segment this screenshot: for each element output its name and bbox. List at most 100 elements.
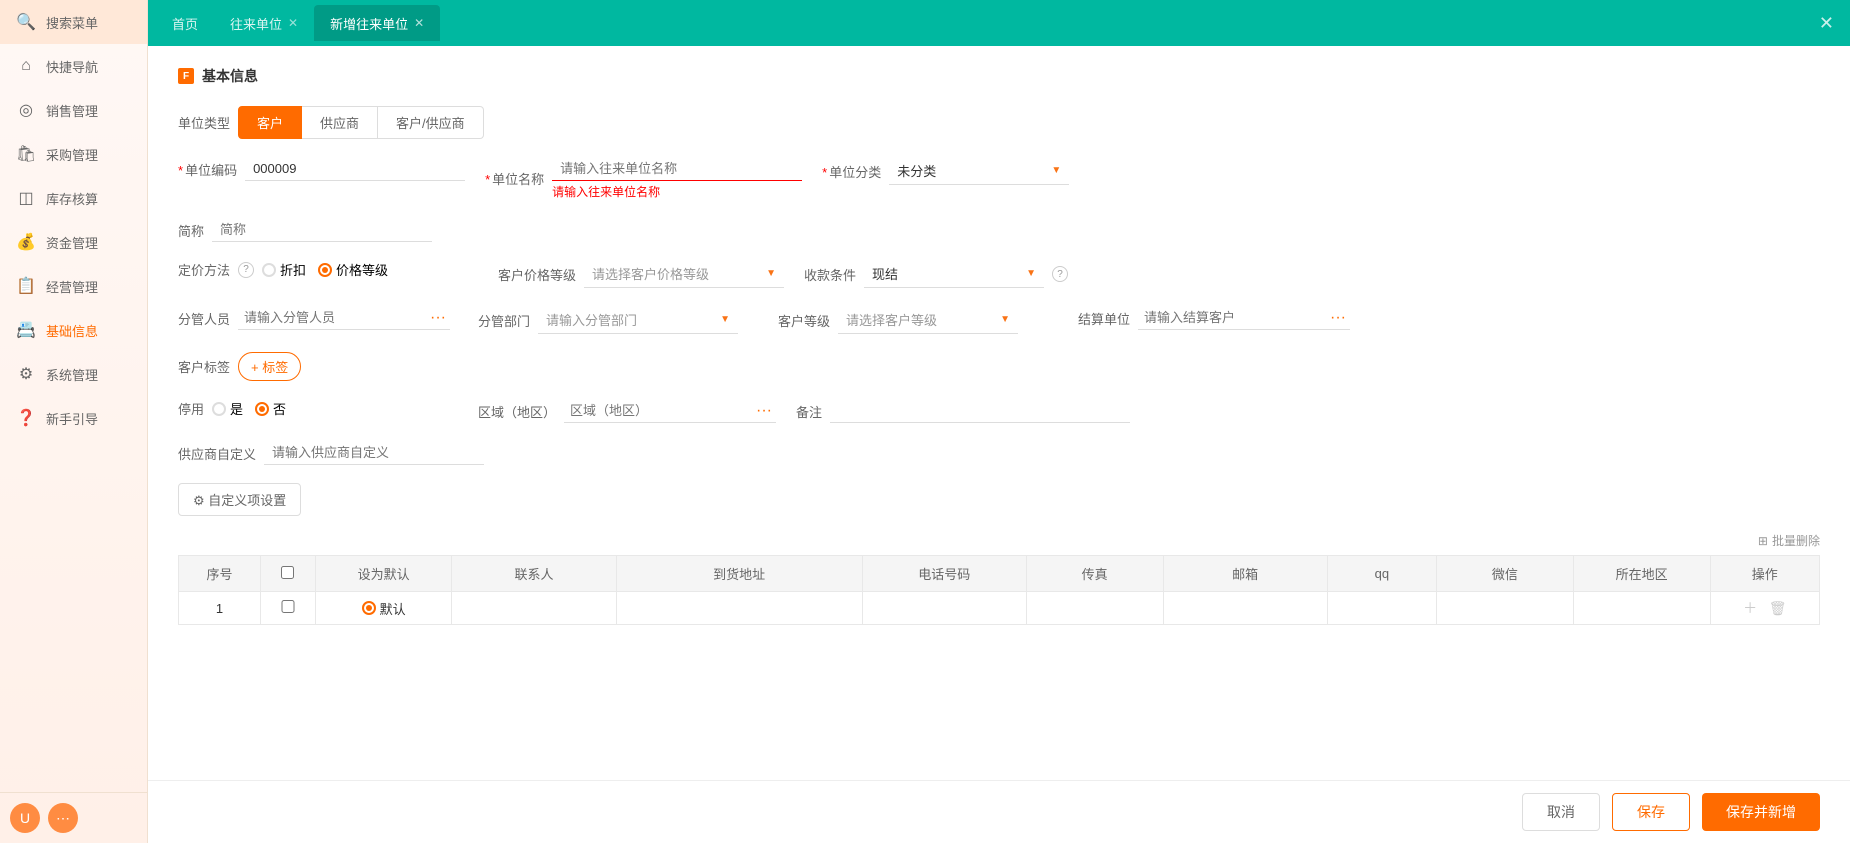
sidebar-item-inventory[interactable]: ◫ 库存核算 <box>0 176 147 220</box>
tab-home[interactable]: 首页 <box>156 5 214 41</box>
fax-input[interactable] <box>1037 601 1153 616</box>
tab-partners-label: 往来单位 <box>230 14 282 33</box>
cell-phone <box>862 592 1026 625</box>
pricing-info-icon[interactable]: ? <box>238 262 254 278</box>
pricing-row: 定价方法 ? 折扣 价格等级 客户价格等级 请选择客户价格等级 <box>178 260 1820 288</box>
cell-check <box>261 592 316 625</box>
sidebar-item-label: 库存核算 <box>46 189 131 208</box>
address-input[interactable] <box>627 601 852 616</box>
row-checkbox[interactable] <box>271 600 305 613</box>
type-btn-customer[interactable]: 客户 <box>238 106 302 139</box>
sidebar-bottom-user[interactable]: U <box>10 803 40 833</box>
home-icon: ⌂ <box>16 56 36 76</box>
email-input[interactable] <box>1174 601 1317 616</box>
unit-code-field: *单位编码 <box>178 157 465 181</box>
chevron-down-icon5: ▼ <box>1000 314 1010 325</box>
short-name-input[interactable] <box>212 218 432 242</box>
cell-email <box>1163 592 1327 625</box>
sidebar-bottom-more[interactable]: ⋯ <box>48 803 78 833</box>
radio-price-level[interactable]: 价格等级 <box>318 260 388 279</box>
sidebar-item-beginner[interactable]: ❓ 新手引导 <box>0 396 147 440</box>
row-delete-icon[interactable]: 🗑 <box>1765 598 1791 618</box>
save-and-new-button[interactable]: 保存并新增 <box>1702 793 1820 831</box>
cancel-button[interactable]: 取消 <box>1522 793 1600 831</box>
customer-level-select[interactable]: 请选择客户等级 ▼ <box>838 306 1018 334</box>
row-add-icon[interactable]: ＋ <box>1739 598 1761 618</box>
department-select[interactable]: 请输入分管部门 ▼ <box>538 306 738 334</box>
region-input[interactable] <box>564 399 752 422</box>
unit-type-label: 单位类型 <box>178 113 230 132</box>
manager-input[interactable] <box>238 306 426 329</box>
payment-terms-select[interactable]: 现结 ▼ <box>864 260 1044 288</box>
manager-more-icon[interactable]: ··· <box>426 309 450 327</box>
region-more-icon[interactable]: ··· <box>752 402 776 420</box>
wechat-input[interactable] <box>1447 601 1563 616</box>
disabled-row: 停用 是 否 区域（地区） ··· <box>178 399 1820 423</box>
unit-info-row: *单位编码 *单位名称 请输入往来单位名称 *单位分类 未分类 ▼ <box>178 157 1820 200</box>
footer-bar: 取消 保存 保存并新增 <box>148 780 1850 843</box>
add-tag-button[interactable]: + 标签 <box>238 352 301 381</box>
cell-seq: 1 <box>179 592 261 625</box>
payment-terms-label: 收款条件 <box>804 265 856 284</box>
sidebar-item-operations[interactable]: 📋 经营管理 <box>0 264 147 308</box>
col-header-contact: 联系人 <box>452 556 616 592</box>
sidebar-item-label: 快捷导航 <box>46 57 131 76</box>
tab-partners-close-icon[interactable]: ✕ <box>288 16 298 30</box>
tab-new-partner-close-icon[interactable]: ✕ <box>414 16 424 30</box>
unit-name-field: *单位名称 请输入往来单位名称 <box>485 157 802 200</box>
main-area: 首页 往来单位 ✕ 新增往来单位 ✕ ✕ F 基本信息 单位类型 客户 供应商 … <box>148 0 1850 843</box>
save-button[interactable]: 保存 <box>1612 793 1690 831</box>
tab-new-partner[interactable]: 新增往来单位 ✕ <box>314 5 440 41</box>
unit-category-value: 未分类 <box>897 161 1047 180</box>
unit-code-label: *单位编码 <box>178 160 237 179</box>
batch-delete-icon: ⊞ <box>1758 534 1768 548</box>
radio-yes-circle <box>212 402 226 416</box>
customer-tag-row: 客户标签 + 标签 <box>178 352 1820 381</box>
sidebar-item-search[interactable]: 🔍 搜索菜单 <box>0 0 147 44</box>
col-header-check <box>261 556 316 592</box>
supplier-custom-row: 供应商自定义 <box>178 441 1820 465</box>
sidebar-item-quick-nav[interactable]: ⌂ 快捷导航 <box>0 44 147 88</box>
type-btn-supplier[interactable]: 供应商 <box>302 106 378 139</box>
unit-code-input[interactable] <box>245 157 465 181</box>
settlement-unit-input[interactable] <box>1138 306 1326 329</box>
tabbar-close-button[interactable]: ✕ <box>1811 13 1842 34</box>
unit-category-select[interactable]: 未分类 ▼ <box>889 157 1069 185</box>
select-all-checkbox[interactable] <box>281 566 294 579</box>
disabled-radio-group: 是 否 <box>212 399 286 418</box>
sidebar-item-system[interactable]: ⚙ 系统管理 <box>0 352 147 396</box>
cell-wechat <box>1437 592 1574 625</box>
region-input-table[interactable] <box>1584 601 1700 616</box>
unit-type-buttons: 客户 供应商 客户/供应商 <box>238 106 484 139</box>
supplier-custom-input[interactable] <box>264 441 484 465</box>
qq-input[interactable] <box>1338 601 1426 616</box>
col-header-seq: 序号 <box>179 556 261 592</box>
region-label: 区域（地区） <box>478 402 556 421</box>
customer-price-level-select[interactable]: 请选择客户价格等级 ▼ <box>584 260 784 288</box>
radio-discount[interactable]: 折扣 <box>262 260 306 279</box>
sidebar-item-sales[interactable]: ◎ 销售管理 <box>0 88 147 132</box>
customer-price-level-label: 客户价格等级 <box>498 265 576 284</box>
sidebar-item-purchase[interactable]: 🛍 采购管理 <box>0 132 147 176</box>
supplier-custom-field: 供应商自定义 <box>178 441 484 465</box>
unit-name-input[interactable] <box>552 157 802 181</box>
row-default-radio[interactable]: 默认 <box>326 599 442 618</box>
payment-terms-info-icon[interactable]: ? <box>1052 266 1068 282</box>
contact-input[interactable] <box>462 601 605 616</box>
remark-input[interactable] <box>830 399 1130 423</box>
settlement-unit-wrapper: ··· <box>1138 306 1350 330</box>
customer-tag-field: 客户标签 + 标签 <box>178 352 301 381</box>
custom-settings-button[interactable]: ⚙ 自定义项设置 <box>178 483 301 516</box>
sidebar: 🔍 搜索菜单 ⌂ 快捷导航 ◎ 销售管理 🛍 采购管理 ◫ 库存核算 💰 资金管… <box>0 0 148 843</box>
radio-no[interactable]: 否 <box>255 399 286 418</box>
batch-delete-area[interactable]: ⊞ 批量删除 <box>178 532 1820 549</box>
sidebar-item-basic-info[interactable]: 📇 基础信息 <box>0 308 147 352</box>
customer-level-field: 客户等级 请选择客户等级 ▼ <box>778 306 1058 334</box>
settlement-more-icon[interactable]: ··· <box>1326 309 1350 327</box>
tab-partners[interactable]: 往来单位 ✕ <box>214 5 314 41</box>
radio-yes[interactable]: 是 <box>212 399 243 418</box>
short-name-row: 简称 <box>178 218 1820 242</box>
type-btn-both[interactable]: 客户/供应商 <box>378 106 484 139</box>
phone-input[interactable] <box>873 601 1016 616</box>
sidebar-item-finance[interactable]: 💰 资金管理 <box>0 220 147 264</box>
